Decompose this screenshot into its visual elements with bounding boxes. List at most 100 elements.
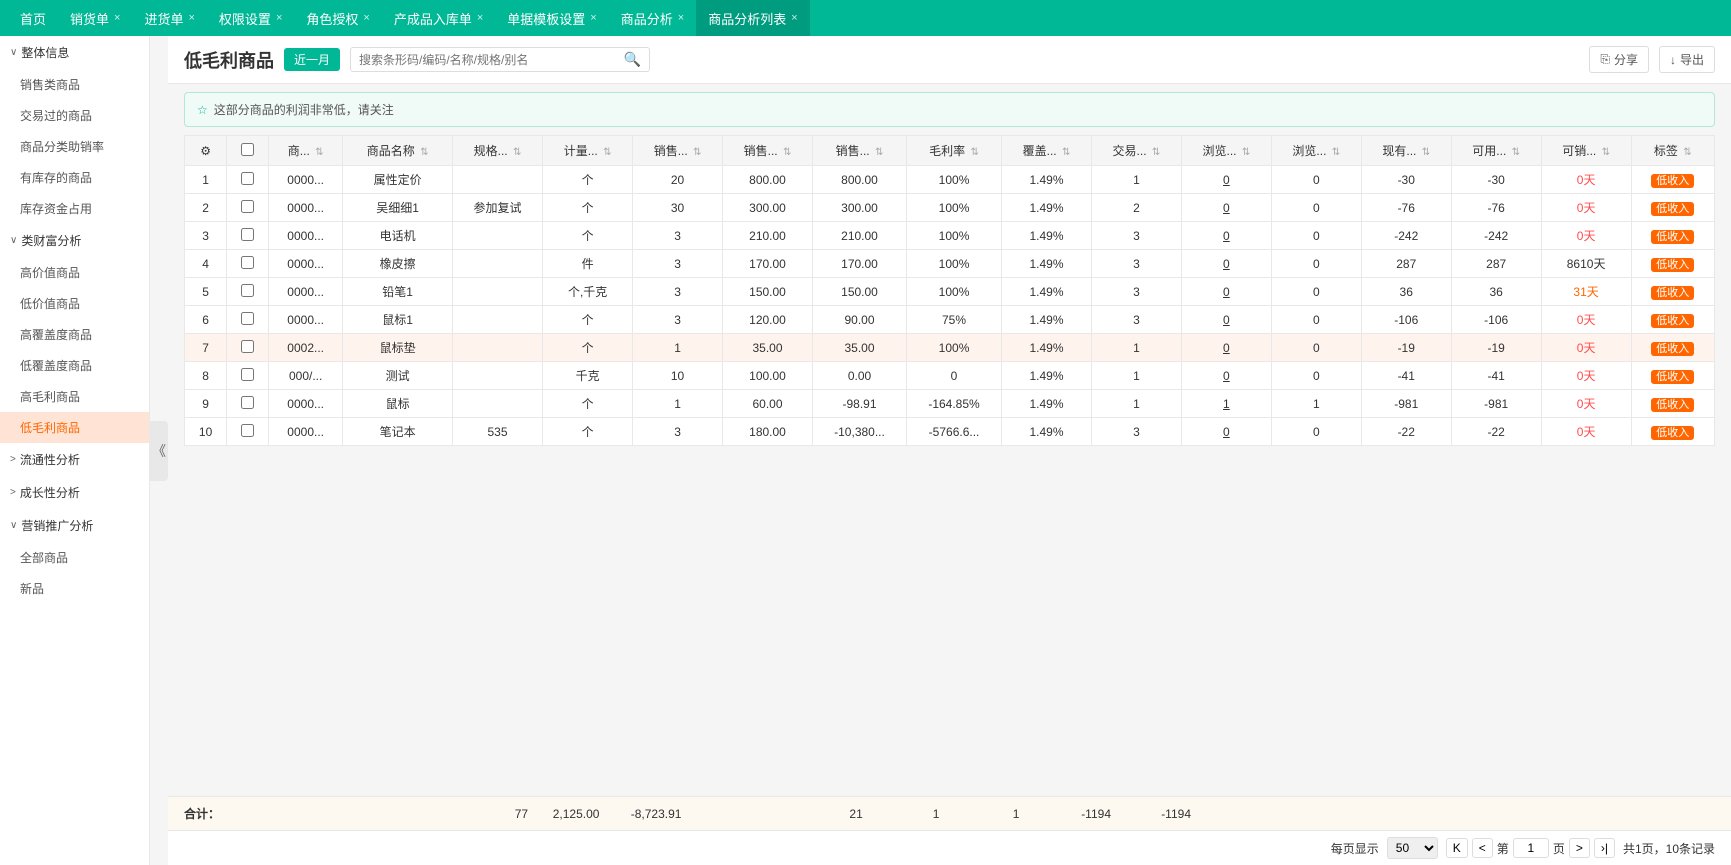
th-checkbox[interactable]	[227, 136, 269, 166]
th-name[interactable]: 商品名称 ⇅	[343, 136, 452, 166]
cell-checkbox[interactable]	[227, 390, 269, 418]
page-size-select[interactable]: 102050100	[1387, 837, 1438, 859]
date-filter-button[interactable]: 近一月	[284, 48, 340, 71]
cell-checkbox[interactable]	[227, 250, 269, 278]
row-checkbox[interactable]	[241, 172, 254, 185]
close-tab-icon[interactable]: ×	[188, 12, 194, 24]
nav-item-单据模板设置[interactable]: 单据模板设置×	[495, 0, 608, 36]
cell-checkbox[interactable]	[227, 222, 269, 250]
cell-tag: 低收入	[1631, 278, 1714, 306]
nav-item-商品分析列表[interactable]: 商品分析列表×	[696, 0, 809, 36]
row-checkbox[interactable]	[241, 228, 254, 241]
sidebar-group-流通性分析[interactable]: >流通性分析	[0, 443, 149, 476]
th-sales-qty[interactable]: 销售... ⇅	[633, 136, 723, 166]
th-browse1[interactable]: 浏览... ⇅	[1181, 136, 1271, 166]
sidebar-group-类财富分析[interactable]: ∨类财富分析	[0, 224, 149, 257]
cell-checkbox[interactable]	[227, 418, 269, 446]
row-checkbox[interactable]	[241, 256, 254, 269]
th-unit[interactable]: 计量... ⇅	[543, 136, 633, 166]
th-spec[interactable]: 规格... ⇅	[452, 136, 542, 166]
share-button[interactable]: ⎘ 分享	[1589, 46, 1649, 73]
th-browse2[interactable]: 浏览... ⇅	[1271, 136, 1361, 166]
nav-item-权限设置[interactable]: 权限设置×	[207, 0, 294, 36]
cell-browse1[interactable]: 0	[1181, 306, 1271, 334]
page-number-input[interactable]	[1513, 838, 1549, 858]
sidebar-item-低覆盖度商品[interactable]: 低覆盖度商品	[0, 350, 149, 381]
row-checkbox[interactable]	[241, 368, 254, 381]
close-tab-icon[interactable]: ×	[678, 12, 684, 24]
first-page-button[interactable]: K	[1446, 838, 1468, 858]
nav-item-首页[interactable]: 首页	[8, 0, 58, 36]
th-coverage[interactable]: 覆盖... ⇅	[1002, 136, 1092, 166]
row-checkbox[interactable]	[241, 312, 254, 325]
close-tab-icon[interactable]: ×	[114, 12, 120, 24]
cell-checkbox[interactable]	[227, 166, 269, 194]
prev-page-button[interactable]: <	[1472, 838, 1493, 858]
sidebar-group-整体信息[interactable]: ∨整体信息	[0, 36, 149, 69]
sidebar-item-新品[interactable]: 新品	[0, 573, 149, 604]
nav-item-销货单[interactable]: 销货单×	[58, 0, 132, 36]
sidebar-item-商品分类助销率[interactable]: 商品分类助销率	[0, 131, 149, 162]
nav-item-产成品入库单[interactable]: 产成品入库单×	[382, 0, 495, 36]
close-tab-icon[interactable]: ×	[477, 12, 483, 24]
cell-checkbox[interactable]	[227, 362, 269, 390]
select-all-checkbox[interactable]	[241, 143, 254, 156]
row-checkbox[interactable]	[241, 396, 254, 409]
search-icon[interactable]: 🔍	[624, 51, 641, 68]
search-input[interactable]	[359, 53, 624, 67]
cell-browse1[interactable]: 0	[1181, 418, 1271, 446]
cell-checkbox[interactable]	[227, 194, 269, 222]
row-checkbox[interactable]	[241, 340, 254, 353]
sidebar-item-库存资金占用[interactable]: 库存资金占用	[0, 193, 149, 224]
cell-checkbox[interactable]	[227, 306, 269, 334]
close-tab-icon[interactable]: ×	[276, 12, 282, 24]
sidebar-item-高价值商品[interactable]: 高价值商品	[0, 257, 149, 288]
th-tag[interactable]: 标签 ⇅	[1631, 136, 1714, 166]
sidebar-item-销售类商品[interactable]: 销售类商品	[0, 69, 149, 100]
sidebar-collapse-button[interactable]: 《	[150, 421, 168, 481]
last-page-button[interactable]: ›|	[1594, 838, 1615, 858]
th-current-stock[interactable]: 现有... ⇅	[1361, 136, 1451, 166]
cell-checkbox[interactable]	[227, 278, 269, 306]
cell-browse1[interactable]: 0	[1181, 278, 1271, 306]
sidebar-item-高覆盖度商品[interactable]: 高覆盖度商品	[0, 319, 149, 350]
th-available-stock[interactable]: 可用... ⇅	[1451, 136, 1541, 166]
sidebar-group-营销推广分析[interactable]: ∨营销推广分析	[0, 509, 149, 542]
cell-browse1[interactable]: 0	[1181, 334, 1271, 362]
th-trade[interactable]: 交易... ⇅	[1091, 136, 1181, 166]
row-checkbox[interactable]	[241, 200, 254, 213]
th-sellable-days[interactable]: 可销... ⇅	[1541, 136, 1631, 166]
nav-item-角色授权[interactable]: 角色授权×	[294, 0, 381, 36]
cell-browse1[interactable]: 0	[1181, 166, 1271, 194]
th-margin[interactable]: 毛利率 ⇅	[907, 136, 1002, 166]
sidebar-item-全部商品[interactable]: 全部商品	[0, 542, 149, 573]
th-code[interactable]: 商... ⇅	[268, 136, 343, 166]
row-checkbox[interactable]	[241, 424, 254, 437]
th-sales-amount[interactable]: 销售... ⇅	[812, 136, 906, 166]
row-checkbox[interactable]	[241, 284, 254, 297]
sidebar-item-交易过的商品[interactable]: 交易过的商品	[0, 100, 149, 131]
export-button[interactable]: ↓ 导出	[1659, 46, 1715, 73]
close-tab-icon[interactable]: ×	[590, 12, 596, 24]
nav-item-商品分析[interactable]: 商品分析×	[609, 0, 696, 36]
next-page-button[interactable]: >	[1569, 838, 1590, 858]
cell-browse1[interactable]: 1	[1181, 390, 1271, 418]
sidebar-group-成长性分析[interactable]: >成长性分析	[0, 476, 149, 509]
close-tab-icon[interactable]: ×	[791, 12, 797, 24]
sidebar-item-高毛利商品[interactable]: 高毛利商品	[0, 381, 149, 412]
cell-browse1[interactable]: 0	[1181, 362, 1271, 390]
cell-checkbox[interactable]	[227, 334, 269, 362]
cell-available-stock: -242	[1451, 222, 1541, 250]
sidebar-item-低毛利商品[interactable]: 低毛利商品	[0, 412, 149, 443]
cell-browse1[interactable]: 0	[1181, 194, 1271, 222]
sidebar-item-有库存的商品[interactable]: 有库存的商品	[0, 162, 149, 193]
th-settings[interactable]: ⚙	[185, 136, 227, 166]
close-tab-icon[interactable]: ×	[363, 12, 369, 24]
cell-sales-price: 100.00	[723, 362, 813, 390]
cell-browse1[interactable]: 0	[1181, 222, 1271, 250]
cell-sales-amount: -10,380...	[812, 418, 906, 446]
sidebar-item-低价值商品[interactable]: 低价值商品	[0, 288, 149, 319]
th-sales-price[interactable]: 销售... ⇅	[723, 136, 813, 166]
cell-browse1[interactable]: 0	[1181, 250, 1271, 278]
nav-item-进货单[interactable]: 进货单×	[132, 0, 206, 36]
